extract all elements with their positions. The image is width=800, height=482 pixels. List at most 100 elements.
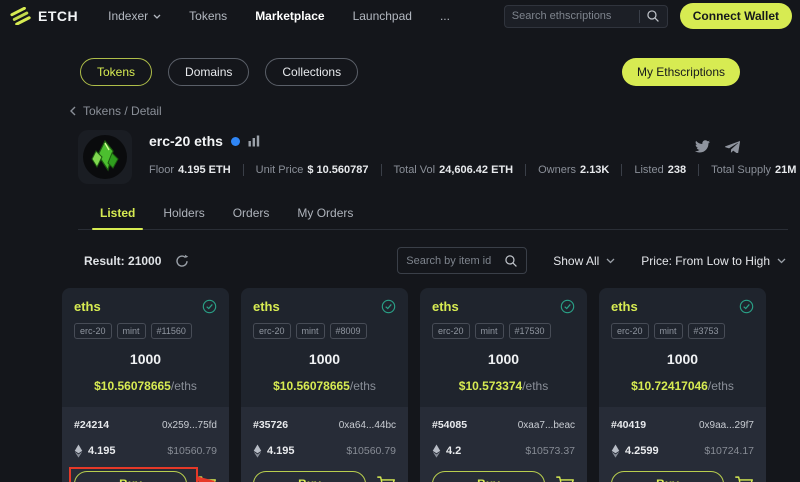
usd-price: $10573.37 [525,445,575,457]
listing-card: eths erc-20 mint #17530 1000 $10.573374/… [420,288,587,482]
card-bottom: #54085 0xaa7...beac 4.2 $10573.37 Buy [420,407,587,482]
listing-card: eths erc-20 mint #8009 1000 $10.56078665… [241,288,408,482]
token-avatar [78,130,132,184]
seller-address[interactable]: 0xaa7...beac [518,420,575,431]
token-amount: 1000 [487,351,520,367]
add-to-cart-icon[interactable] [735,475,754,482]
card-tags: erc-20 mint #17530 [432,323,575,339]
eth-icon [253,444,262,458]
card-token-name: eths [253,299,280,314]
seller-address[interactable]: 0x259...75fd [162,420,217,431]
stat-listed: Listed 238 [634,164,687,176]
search-divider [638,9,640,23]
verified-check-icon [381,299,396,314]
tag-number: #8009 [329,323,367,339]
item-id-label: #35726 [253,419,289,431]
crystal-logo-icon [83,135,127,179]
verified-check-icon [560,299,575,314]
eth-icon [432,444,441,458]
buy-row: Buy [611,471,754,482]
item-id-label: #54085 [432,419,468,431]
card-tags: erc-20 mint #3753 [611,323,754,339]
card-unit-price: $10.56078665/eths [273,379,376,393]
price-sort-dropdown[interactable]: Price: From Low to High [641,254,786,268]
tab-my-orders[interactable]: My Orders [297,206,353,229]
seller-address[interactable]: 0xa64...44bc [339,420,396,431]
tag-operation: mint [474,323,504,339]
eth-price: 4.195 [88,445,116,457]
add-to-cart-icon[interactable] [556,475,575,482]
card-token-name: eths [432,299,459,314]
show-all-dropdown[interactable]: Show All [553,254,615,268]
token-name: erc-20 eths [149,133,223,149]
tag-operation: mint [653,323,683,339]
search-icon[interactable] [646,9,660,23]
eth-icon [611,444,620,458]
buy-button[interactable]: Buy [74,471,187,482]
card-top: eths erc-20 mint #17530 1000 $10.573374/… [420,288,587,407]
stat-total-supply: Total Supply 21M [711,164,797,176]
tag-operation: mint [295,323,325,339]
brand-logo[interactable]: ETCH [10,7,78,25]
buy-row: Buy [253,471,396,482]
buy-row: Buy [69,467,217,482]
navbar: ETCH Indexer Tokens Marketplace Launchpa… [0,0,800,32]
tag-protocol: erc-20 [74,323,112,339]
listing-card: eths erc-20 mint #3753 1000 $10.72417046… [599,288,766,482]
card-unit-price: $10.72417046/eths [631,379,734,393]
seller-address[interactable]: 0x9aa...29f7 [699,420,754,431]
card-tags: erc-20 mint #11560 [74,323,217,339]
telegram-icon[interactable] [725,140,740,153]
card-bottom: #35726 0xa64...44bc 4.195 $10560.79 Buy [241,407,408,482]
eth-price: 4.2599 [625,445,659,457]
nav-item-indexer[interactable]: Indexer [108,9,161,23]
item-id-search-input[interactable] [406,254,505,267]
token-amount: 1000 [129,351,162,367]
category-tab-domains[interactable]: Domains [168,58,250,86]
chart-icon[interactable] [248,135,260,147]
toolbar: Result: 21000 Show All Price: From Low t… [84,247,786,274]
connect-wallet-button[interactable]: Connect Wallet [679,3,792,29]
tag-operation: mint [116,323,146,339]
card-bottom: #24214 0x259...75fd 4.195 $10560.79 Buy [62,407,229,482]
nav-item-tokens[interactable]: Tokens [189,9,227,23]
category-row: Tokens Domains Collections My Ethscripti… [0,32,800,86]
token-stats: Floor 4.195 ETH Unit Price $ 10.560787 Tot… [149,164,796,176]
buy-button[interactable]: Buy [611,471,724,482]
category-tab-collections[interactable]: Collections [265,58,359,86]
tag-number: #17530 [508,323,551,339]
usd-price: $10724.17 [704,445,754,457]
tag-protocol: erc-20 [611,323,649,339]
ethscriptions-search-input[interactable] [511,10,637,22]
card-top: eths erc-20 mint #11560 1000 $10.5607866… [62,288,229,407]
tab-listed[interactable]: Listed [91,206,144,230]
nav-item-marketplace[interactable]: Marketplace [255,9,324,23]
ethscriptions-search[interactable] [503,4,668,28]
card-token-name: eths [74,299,101,314]
tag-number: #3753 [687,323,725,339]
item-search-icon[interactable] [504,254,518,268]
add-to-cart-icon[interactable] [377,475,396,482]
breadcrumb[interactable]: Tokens / Detail [70,104,800,118]
stat-total-vol: Total Vol 24,606.42 ETH [393,164,514,176]
buy-button[interactable]: Buy [253,471,366,482]
back-chevron-icon[interactable] [70,106,76,116]
my-ethscriptions-button[interactable]: My Ethscriptions [621,58,740,86]
nav-item-launchpad[interactable]: Launchpad [353,9,412,23]
card-top: eths erc-20 mint #8009 1000 $10.56078665… [241,288,408,407]
item-id-search[interactable] [397,247,528,274]
category-tab-tokens[interactable]: Tokens [80,58,153,86]
refresh-icon[interactable] [175,254,189,268]
tab-holders[interactable]: Holders [163,206,204,229]
nav-item-more[interactable]: ... [440,9,450,23]
twitter-icon[interactable] [695,140,710,153]
add-to-cart-icon[interactable] [198,475,217,482]
tab-orders[interactable]: Orders [233,206,270,229]
item-id-label: #24214 [74,419,110,431]
brand-name: ETCH [38,8,79,24]
verified-badge-icon [230,136,240,146]
card-bottom: #40419 0x9aa...29f7 4.2599 $10724.17 Buy [599,407,766,482]
buy-button[interactable]: Buy [432,471,545,482]
token-header: erc-20 eths Floor 4.195 ETH Unit Price $ 1… [78,130,796,184]
card-token-name: eths [611,299,638,314]
